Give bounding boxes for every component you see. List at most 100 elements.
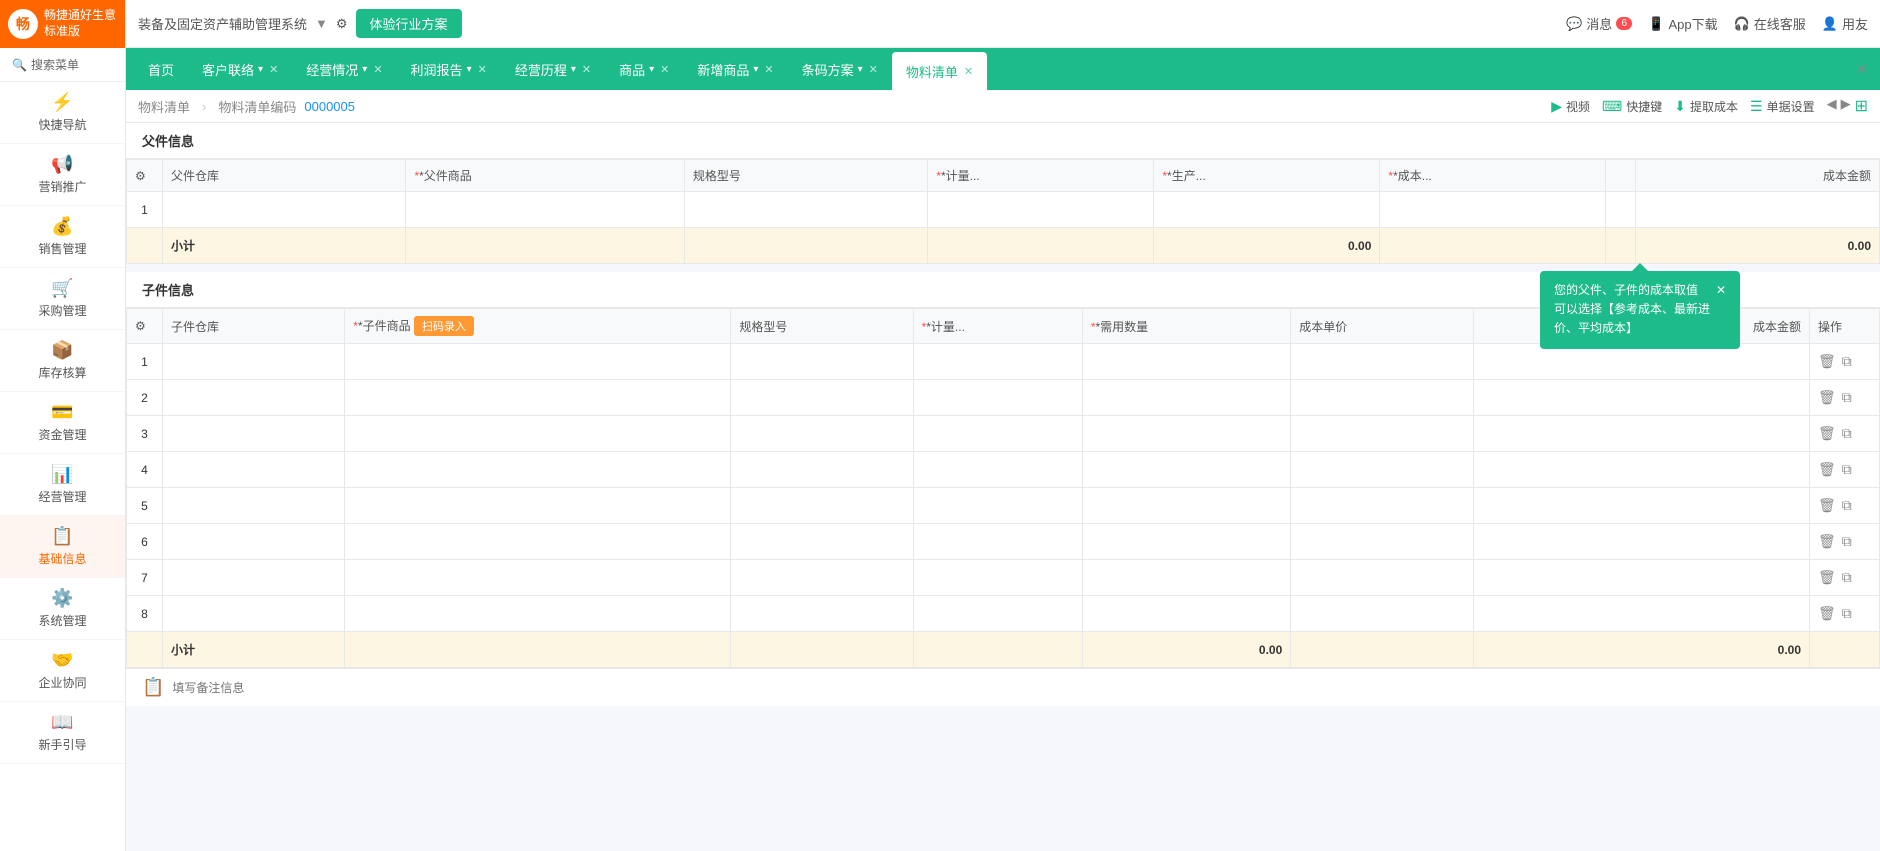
sidebar-item-system[interactable]: ⚙️ 系统管理 bbox=[0, 578, 125, 640]
tab-close-icon[interactable]: ✕ bbox=[660, 63, 669, 76]
sidebar-item-guide[interactable]: 📖 新手引导 bbox=[0, 702, 125, 764]
tab-close-icon[interactable]: ✕ bbox=[964, 65, 973, 78]
user-btn[interactable]: 👤 用友 bbox=[1822, 14, 1868, 33]
child-spec-1[interactable] bbox=[731, 344, 913, 380]
child-goods-3[interactable] bbox=[345, 416, 731, 452]
child-warehouse-7[interactable] bbox=[163, 560, 345, 596]
nav-next-btn[interactable]: ▶ bbox=[1841, 96, 1851, 116]
expand-icon[interactable]: ▼ bbox=[315, 16, 328, 31]
tab-close-icon[interactable]: ✕ bbox=[478, 63, 487, 76]
tab-close-icon[interactable]: ✕ bbox=[582, 63, 591, 76]
parent-unit-cell[interactable] bbox=[928, 192, 1154, 228]
scan-input-btn[interactable]: 扫码录入 bbox=[414, 316, 474, 336]
child-warehouse-6[interactable] bbox=[163, 524, 345, 560]
child-price-6[interactable] bbox=[1291, 524, 1473, 560]
tab-operations[interactable]: 经营情况 ▾ ✕ bbox=[292, 48, 396, 90]
child-goods-7[interactable] bbox=[345, 560, 731, 596]
tab-close-icon[interactable]: ✕ bbox=[869, 63, 878, 76]
child-spec-2[interactable] bbox=[731, 380, 913, 416]
parent-spec-cell[interactable] bbox=[684, 192, 927, 228]
child-warehouse-2[interactable] bbox=[163, 380, 345, 416]
tab-profit[interactable]: 利润报告 ▾ ✕ bbox=[397, 48, 501, 90]
tab-barcode[interactable]: 条码方案 ▾ ✕ bbox=[788, 48, 892, 90]
child-goods-8[interactable] bbox=[345, 596, 731, 632]
child-warehouse-3[interactable] bbox=[163, 416, 345, 452]
delete-icon[interactable]: 🗑 bbox=[1818, 425, 1836, 442]
parent-warehouse-cell[interactable] bbox=[163, 192, 406, 228]
child-unit-8[interactable] bbox=[913, 596, 1082, 632]
sidebar-item-quicknav[interactable]: ⚡ 快捷导航 bbox=[0, 82, 125, 144]
child-warehouse-8[interactable] bbox=[163, 596, 345, 632]
app-download-btn[interactable]: 📱 App下载 bbox=[1648, 14, 1717, 33]
tab-close-icon[interactable]: ✕ bbox=[764, 63, 773, 76]
child-warehouse-5[interactable] bbox=[163, 488, 345, 524]
online-service-btn[interactable]: 🎧 在线客服 bbox=[1734, 14, 1806, 33]
copy-icon[interactable]: ⧉ bbox=[1842, 461, 1852, 478]
copy-icon[interactable]: ⧉ bbox=[1842, 353, 1852, 370]
child-goods-4[interactable] bbox=[345, 452, 731, 488]
search-menu[interactable]: 🔍 搜索菜单 bbox=[0, 48, 125, 82]
child-goods-5[interactable] bbox=[345, 488, 731, 524]
child-warehouse-1[interactable] bbox=[163, 344, 345, 380]
parent-produce-cell[interactable] bbox=[1154, 192, 1380, 228]
sidebar-item-basic[interactable]: 📋 基础信息 bbox=[0, 516, 125, 578]
child-unit-5[interactable] bbox=[913, 488, 1082, 524]
tab-history[interactable]: 经营历程 ▾ ✕ bbox=[501, 48, 605, 90]
copy-icon[interactable]: ⧉ bbox=[1842, 605, 1852, 622]
child-spec-4[interactable] bbox=[731, 452, 913, 488]
settings-icon[interactable]: ⚙ bbox=[336, 16, 348, 32]
message-btn[interactable]: 💬 消息 6 bbox=[1566, 14, 1632, 33]
tab-bom[interactable]: 物料清单 ✕ bbox=[892, 52, 987, 90]
notes-input[interactable] bbox=[172, 681, 1864, 695]
child-qty-1[interactable] bbox=[1082, 344, 1290, 380]
sidebar-item-purchase[interactable]: 🛒 采购管理 bbox=[0, 268, 125, 330]
delete-icon[interactable]: 🗑 bbox=[1818, 461, 1836, 478]
child-qty-5[interactable] bbox=[1082, 488, 1290, 524]
child-qty-3[interactable] bbox=[1082, 416, 1290, 452]
child-unit-4[interactable] bbox=[913, 452, 1082, 488]
copy-icon[interactable]: ⧉ bbox=[1842, 533, 1852, 550]
child-qty-4[interactable] bbox=[1082, 452, 1290, 488]
sidebar-item-finance[interactable]: 💳 资金管理 bbox=[0, 392, 125, 454]
tab-close-icon[interactable]: ✕ bbox=[373, 63, 382, 76]
copy-icon[interactable]: ⧉ bbox=[1842, 389, 1852, 406]
delete-icon[interactable]: 🗑 bbox=[1818, 569, 1836, 586]
child-spec-6[interactable] bbox=[731, 524, 913, 560]
tab-customer[interactable]: 客户联络 ▾ ✕ bbox=[188, 48, 292, 90]
child-price-5[interactable] bbox=[1291, 488, 1473, 524]
sidebar-item-sales[interactable]: 💰 销售管理 bbox=[0, 206, 125, 268]
tooltip-close-btn[interactable]: ✕ bbox=[1716, 281, 1726, 300]
child-spec-8[interactable] bbox=[731, 596, 913, 632]
page-close-btn[interactable]: ✕ bbox=[1852, 61, 1872, 78]
delete-icon[interactable]: 🗑 bbox=[1818, 389, 1836, 406]
child-unit-6[interactable] bbox=[913, 524, 1082, 560]
tab-goods[interactable]: 商品 ▾ ✕ bbox=[605, 48, 683, 90]
child-price-3[interactable] bbox=[1291, 416, 1473, 452]
child-unit-2[interactable] bbox=[913, 380, 1082, 416]
doc-settings-btn[interactable]: ☰ 单据设置 bbox=[1750, 98, 1815, 115]
child-unit-7[interactable] bbox=[913, 560, 1082, 596]
copy-icon[interactable]: ⧉ bbox=[1842, 425, 1852, 442]
parent-goods-cell[interactable] bbox=[406, 192, 684, 228]
tab-new-goods[interactable]: 新增商品 ▾ ✕ bbox=[683, 48, 787, 90]
child-warehouse-4[interactable] bbox=[163, 452, 345, 488]
sidebar-item-inventory[interactable]: 📦 库存核算 bbox=[0, 330, 125, 392]
child-price-7[interactable] bbox=[1291, 560, 1473, 596]
extract-cost-btn[interactable]: ⬇ 提取成本 bbox=[1674, 98, 1738, 115]
delete-icon[interactable]: 🗑 bbox=[1818, 497, 1836, 514]
delete-icon[interactable]: 🗑 bbox=[1818, 605, 1836, 622]
nav-prev-btn[interactable]: ◀ bbox=[1827, 96, 1837, 116]
child-qty-6[interactable] bbox=[1082, 524, 1290, 560]
child-price-4[interactable] bbox=[1291, 452, 1473, 488]
copy-icon[interactable]: ⧉ bbox=[1842, 497, 1852, 514]
shortcut-btn[interactable]: ⌨ 快捷键 bbox=[1602, 98, 1662, 115]
sidebar-item-cooperation[interactable]: 🤝 企业协同 bbox=[0, 640, 125, 702]
child-qty-8[interactable] bbox=[1082, 596, 1290, 632]
delete-icon[interactable]: 🗑 bbox=[1818, 353, 1836, 370]
child-spec-3[interactable] bbox=[731, 416, 913, 452]
grid-view-btn[interactable]: ⊞ bbox=[1855, 96, 1868, 116]
copy-icon[interactable]: ⧉ bbox=[1842, 569, 1852, 586]
child-spec-5[interactable] bbox=[731, 488, 913, 524]
child-goods-1[interactable] bbox=[345, 344, 731, 380]
child-qty-2[interactable] bbox=[1082, 380, 1290, 416]
